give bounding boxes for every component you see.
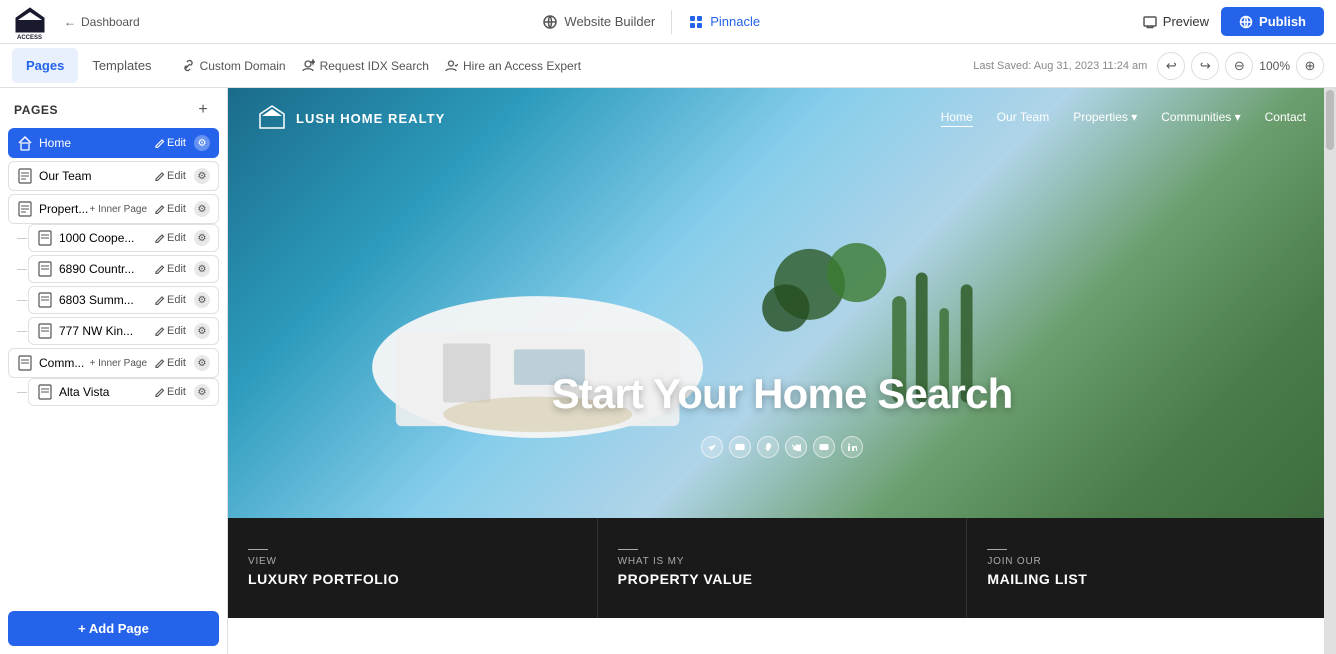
home-edit[interactable]: Edit <box>151 136 190 150</box>
1000-coop-edit[interactable]: Edit <box>151 231 190 245</box>
sidebar-item-1000-coop[interactable]: 1000 Coope... Edit ⚙ <box>28 224 219 252</box>
top-bar-right: Preview Publish <box>1143 7 1324 36</box>
777-nw-kin-settings[interactable]: ⚙ <box>194 323 210 339</box>
hero-dot-email[interactable] <box>729 436 751 458</box>
our-team-edit[interactable]: Edit <box>151 169 190 183</box>
cta-what-is-my-label: WHAT IS MY <box>618 556 947 567</box>
cta-property-value-title: PROPERTY VALUE <box>618 571 947 587</box>
preview-frame: LUSH HOME REALTY Home Our Team Propertie… <box>228 88 1336 654</box>
777-nw-kin-edit[interactable]: Edit <box>151 324 190 338</box>
website-logo: LUSH HOME REALTY <box>258 104 445 132</box>
6890-countr-settings[interactable]: ⚙ <box>194 261 210 277</box>
alta-vista-settings[interactable]: ⚙ <box>194 384 210 400</box>
zoom-in-button[interactable]: ⊕ <box>1296 52 1324 80</box>
sub-bar-controls: ↩ ↪ ⊖ 100% ⊕ <box>1157 52 1324 80</box>
6803-summ-settings[interactable]: ⚙ <box>194 292 210 308</box>
nav-link-our-team[interactable]: Our Team <box>997 110 1049 127</box>
nav-link-communities[interactable]: Communities ▾ <box>1161 110 1240 127</box>
cta-property-value[interactable]: WHAT IS MY PROPERTY VALUE <box>598 518 968 618</box>
nav-link-home[interactable]: Home <box>941 110 973 127</box>
sub-bar-right: Last Saved: Aug 31, 2023 11:24 am ↩ ↪ ⊖ … <box>973 52 1324 80</box>
our-team-settings[interactable]: ⚙ <box>194 168 210 184</box>
hero-dot-linkedin[interactable] <box>841 436 863 458</box>
comm-edit[interactable]: Edit <box>151 356 190 370</box>
hero-dot-check[interactable] <box>701 436 723 458</box>
add-page-icon-button[interactable]: + <box>193 100 213 120</box>
sidebar-item-comm[interactable]: Comm... + Inner Page Edit ⚙ <box>8 348 219 378</box>
sub-bar-actions: Custom Domain Request IDX Search Hire an… <box>182 59 581 73</box>
top-bar: ACCESS ← Dashboard Website Builder Pinna… <box>0 0 1336 44</box>
6890-countr-edit[interactable]: Edit <box>151 262 190 276</box>
property-settings[interactable]: ⚙ <box>194 201 210 217</box>
cta-view-label: VIEW <box>248 556 577 567</box>
sub-bar: Pages Templates Custom Domain Request ID… <box>0 44 1336 88</box>
website-nav-links: Home Our Team Properties ▾ Communities ▾… <box>941 110 1306 127</box>
comm-inner-page[interactable]: + Inner Page <box>89 358 147 369</box>
6803-summ-edit[interactable]: Edit <box>151 293 190 307</box>
sidebar-item-our-team[interactable]: Our Team Edit ⚙ <box>8 161 219 191</box>
preview-button[interactable]: Preview <box>1143 14 1209 29</box>
property-inner-page[interactable]: + Inner Page <box>89 204 147 215</box>
add-page-button[interactable]: + Add Page <box>8 611 219 646</box>
nav-link-contact[interactable]: Contact <box>1265 110 1306 127</box>
logo: ACCESS <box>12 4 48 40</box>
nav-link-properties[interactable]: Properties ▾ <box>1073 110 1137 127</box>
hero-text: Start Your Home Search <box>228 370 1336 418</box>
hero-dots <box>228 436 1336 458</box>
preview-area: LUSH HOME REALTY Home Our Team Propertie… <box>228 88 1336 654</box>
dashboard-back[interactable]: ← Dashboard <box>64 15 140 29</box>
svg-text:ACCESS: ACCESS <box>17 35 42 40</box>
sidebar-item-alta-vista[interactable]: Alta Vista Edit ⚙ <box>28 378 219 406</box>
hero-dot-location[interactable] <box>757 436 779 458</box>
sidebar-title: PAGES <box>14 103 58 117</box>
undo-button[interactable]: ↩ <box>1157 52 1185 80</box>
home-settings[interactable]: ⚙ <box>194 135 210 151</box>
request-idx-action[interactable]: Request IDX Search <box>302 59 429 73</box>
cta-luxury-portfolio[interactable]: VIEW LUXURY PORTFOLIO <box>228 518 598 618</box>
redo-button[interactable]: ↪ <box>1191 52 1219 80</box>
property-edit[interactable]: Edit <box>151 202 190 216</box>
tab-templates[interactable]: Templates <box>78 48 165 83</box>
back-arrow: ← <box>64 15 76 29</box>
top-bar-center: Website Builder Pinnacle <box>160 10 1143 34</box>
website-builder-tab[interactable]: Website Builder <box>526 14 671 30</box>
sidebar-item-777-nw-kin[interactable]: 777 NW Kin... Edit ⚙ <box>28 317 219 345</box>
website-nav: LUSH HOME REALTY Home Our Team Propertie… <box>228 88 1336 148</box>
publish-button[interactable]: Publish <box>1221 7 1324 36</box>
cta-luxury-title: LUXURY PORTFOLIO <box>248 571 577 587</box>
sidebar-item-property[interactable]: Propert... + Inner Page Edit ⚙ <box>8 194 219 224</box>
tab-pages[interactable]: Pages <box>12 48 78 83</box>
main-layout: PAGES + Home Edit ⚙ <box>0 88 1336 654</box>
comm-children: Alta Vista Edit ⚙ <box>8 378 219 406</box>
hero-dot-twitter[interactable] <box>785 436 807 458</box>
scrollbar[interactable] <box>1324 88 1336 654</box>
comm-settings[interactable]: ⚙ <box>194 355 210 371</box>
cta-join-our-label: JOIN OUR <box>987 556 1316 567</box>
sidebar-item-6890-countr[interactable]: 6890 Countr... Edit ⚙ <box>28 255 219 283</box>
pinnacle-tab[interactable]: Pinnacle <box>672 14 776 30</box>
hero-dot-youtube[interactable] <box>813 436 835 458</box>
sidebar: PAGES + Home Edit ⚙ <box>0 88 228 654</box>
sidebar-item-6803-summ[interactable]: 6803 Summ... Edit ⚙ <box>28 286 219 314</box>
cta-row: VIEW LUXURY PORTFOLIO WHAT IS MY PROPERT… <box>228 518 1336 618</box>
property-children: 1000 Coope... Edit ⚙ 6 <box>8 224 219 345</box>
1000-coop-settings[interactable]: ⚙ <box>194 230 210 246</box>
hero-section: LUSH HOME REALTY Home Our Team Propertie… <box>228 88 1336 518</box>
sidebar-item-home[interactable]: Home Edit ⚙ <box>8 128 219 158</box>
alta-vista-edit[interactable]: Edit <box>151 385 190 399</box>
sidebar-list: Home Edit ⚙ <box>0 128 227 603</box>
cta-mailing-list[interactable]: JOIN OUR MAILING LIST <box>967 518 1336 618</box>
sidebar-header: PAGES + <box>0 88 227 128</box>
zoom-out-button[interactable]: ⊖ <box>1225 52 1253 80</box>
custom-domain-action[interactable]: Custom Domain <box>182 59 286 73</box>
hire-expert-action[interactable]: Hire an Access Expert <box>445 59 581 73</box>
cta-mailing-title: MAILING LIST <box>987 571 1316 587</box>
